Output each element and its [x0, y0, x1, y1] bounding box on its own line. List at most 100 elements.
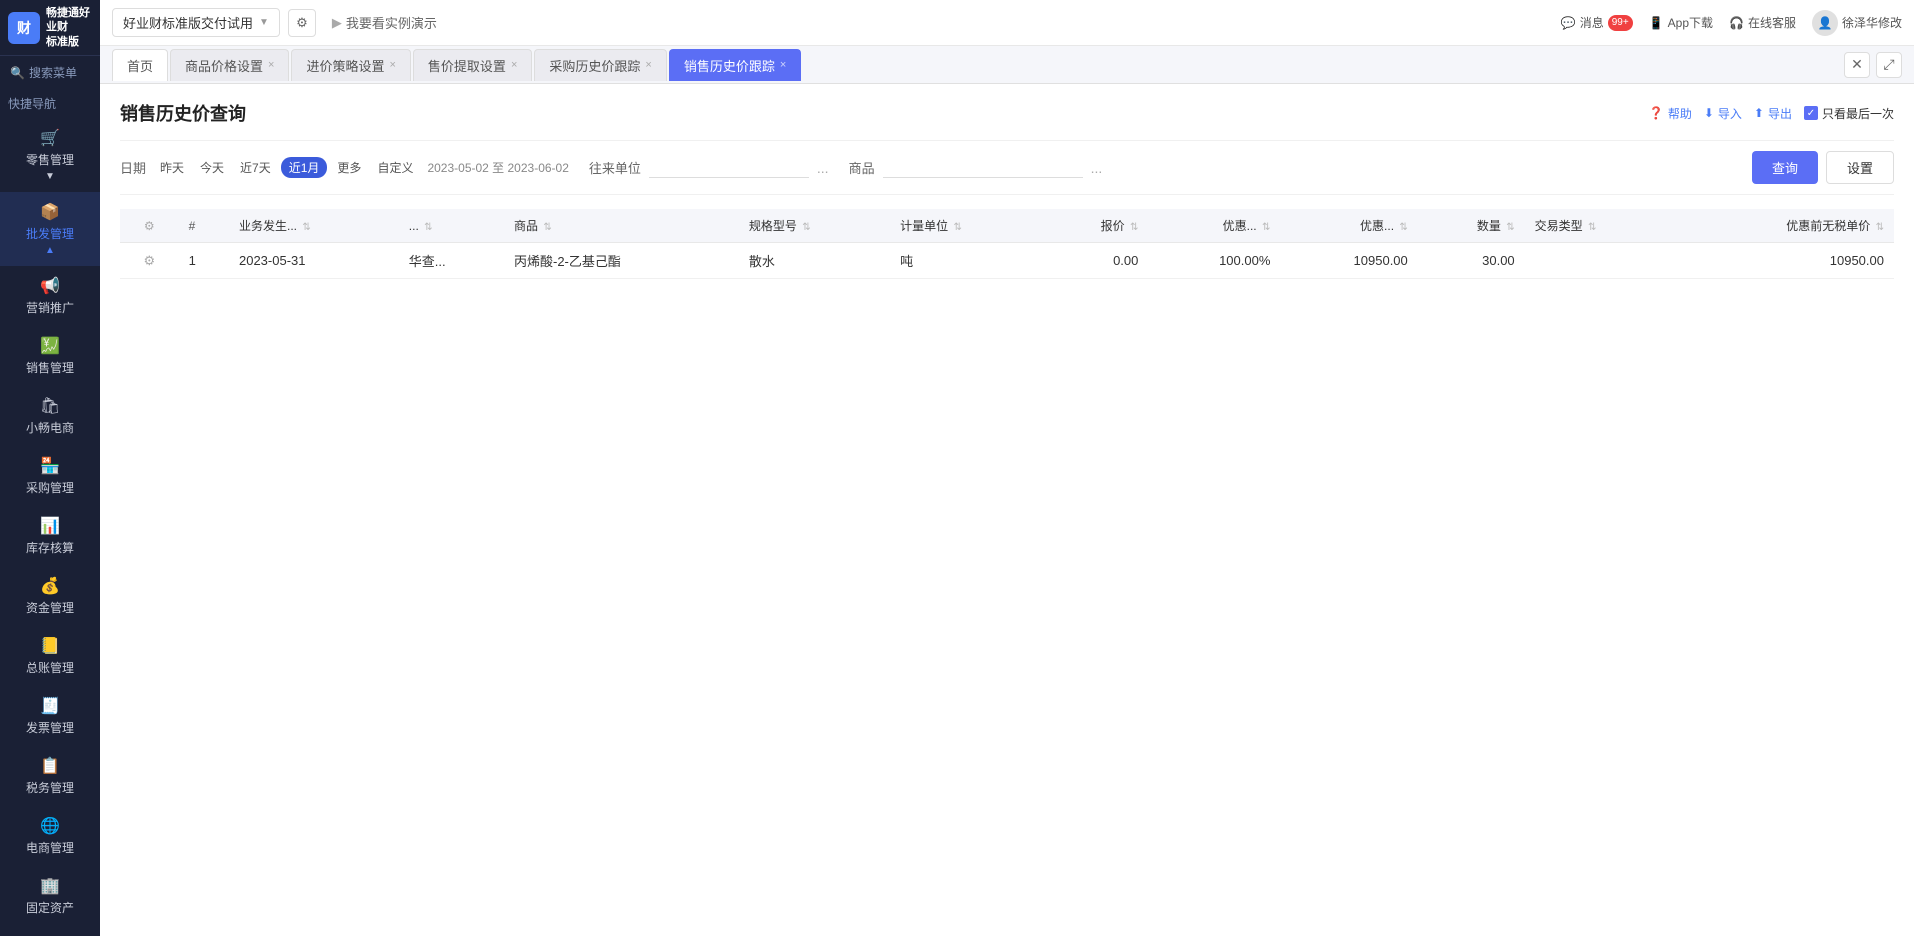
product-label: 商品 — [849, 158, 875, 177]
sidebar-item-finance[interactable]: 💰 资金管理 — [0, 566, 100, 626]
column-trade-type[interactable]: 交易类型 ⇅ — [1525, 209, 1676, 243]
asset-icon: 🏢 — [40, 876, 60, 896]
tab-home[interactable]: 首页 — [112, 49, 168, 81]
tab-purchase-strategy[interactable]: 进价策略设置 × — [291, 49, 410, 81]
sidebar: 财 畅捷通好业财 标准版 🔍 搜索菜单 快捷导航 🛒 零售管理 ▼ 📦 批发管理… — [0, 0, 100, 936]
sidebar-item-purchase[interactable]: 🏪 采购管理 — [0, 446, 100, 506]
sort-arrows-icon: ⇅ — [424, 222, 432, 233]
row-gear[interactable]: ⚙ — [120, 243, 179, 279]
column-seq: # — [179, 209, 229, 243]
close-icon[interactable]: × — [511, 59, 517, 71]
table-row[interactable]: ⚙ 1 2023-05-31 华查... 丙烯酸-2-乙基己酯 散水 吨 0.0… — [120, 243, 1894, 279]
sidebar-item-tax[interactable]: 📋 税务管理 — [0, 746, 100, 806]
sidebar-item-inventory[interactable]: 📊 库存核算 — [0, 506, 100, 566]
column-price[interactable]: 报价 ⇅ — [1041, 209, 1148, 243]
date-shortcut-1month[interactable]: 近1月 — [281, 157, 328, 178]
date-filter-label: 日期 — [120, 158, 146, 177]
column-business-date[interactable]: 业务发生... ⇅ — [229, 209, 399, 243]
logo-icon: 财 — [8, 12, 40, 44]
column-spec[interactable]: 规格型号 ⇅ — [739, 209, 890, 243]
sidebar-item-retail[interactable]: 🛒 零售管理 ▼ — [0, 118, 100, 192]
sidebar-item-small-ecommerce[interactable]: 🛍 小畅电商 — [0, 386, 100, 446]
demo-link[interactable]: ▶ 我要看实例演示 — [332, 13, 437, 32]
mobile-icon: 📱 — [1649, 16, 1664, 30]
source-unit-label: 往来单位 — [589, 158, 641, 177]
import-link[interactable]: ⬇ 导入 — [1704, 105, 1742, 122]
avatar: 👤 — [1812, 10, 1838, 36]
source-unit-picker-button[interactable]: ... — [817, 160, 829, 176]
tab-controls: ✕ ⤢ — [1844, 52, 1902, 78]
close-icon[interactable]: × — [645, 59, 651, 71]
help-link[interactable]: ❓ 帮助 — [1649, 105, 1692, 122]
export-icon: ⬆ — [1754, 106, 1764, 120]
export-link[interactable]: ⬆ 导出 — [1754, 105, 1792, 122]
close-icon[interactable]: × — [780, 59, 786, 71]
version-selector-text: 好业财标准版交付试用 — [123, 13, 253, 32]
column-discount1[interactable]: 优惠... ⇅ — [1148, 209, 1280, 243]
chevron-down-icon: ▼ — [259, 17, 269, 28]
sort-arrows-icon: ⇅ — [302, 222, 310, 233]
tab-purchase-history[interactable]: 采购历史价跟踪 × — [534, 49, 666, 81]
ecommerce-icon: 🌐 — [40, 816, 60, 836]
column-unit[interactable]: 计量单位 ⇅ — [890, 209, 1041, 243]
date-shortcut-more[interactable]: 更多 — [331, 157, 367, 178]
online-service-button[interactable]: 🎧 在线客服 — [1729, 14, 1796, 31]
date-shortcut-yesterday[interactable]: 昨天 — [154, 157, 190, 178]
app-download-button[interactable]: 📱 App下载 — [1649, 14, 1713, 31]
date-shortcut-7days[interactable]: 近7天 — [234, 157, 277, 178]
query-button[interactable]: 查询 — [1752, 151, 1818, 184]
close-icon[interactable]: × — [389, 59, 395, 71]
sidebar-item-marketing[interactable]: 📢 营销推广 — [0, 266, 100, 326]
row-quantity: 30.00 — [1418, 243, 1525, 279]
invoice-icon: 🧾 — [40, 696, 60, 716]
sidebar-item-sales[interactable]: 💹 销售管理 — [0, 326, 100, 386]
tab-sales-history[interactable]: 销售历史价跟踪 × — [669, 49, 801, 81]
sidebar-logo: 财 畅捷通好业财 标准版 — [0, 0, 100, 56]
marketing-icon: 📢 — [40, 276, 60, 296]
page-title: 销售历史价查询 — [120, 100, 246, 126]
only-last-checkbox[interactable]: 只看最后一次 — [1804, 105, 1894, 122]
row-trade-type — [1525, 243, 1676, 279]
sidebar-item-wholesale[interactable]: 📦 批发管理 ▲ — [0, 192, 100, 266]
user-profile-button[interactable]: 👤 徐泽华修改 — [1812, 10, 1902, 36]
sidebar-item-salary[interactable]: 💳 工资 — [0, 926, 100, 936]
search-icon: 🔍 — [10, 66, 25, 80]
sidebar-quick-nav[interactable]: 快捷导航 — [0, 89, 100, 118]
source-unit-input[interactable] — [649, 158, 809, 178]
row-discount2: 10950.00 — [1280, 243, 1417, 279]
date-shortcut-custom[interactable]: 自定义 — [371, 157, 419, 178]
product-filter: 商品 ... — [849, 158, 1103, 178]
close-icon[interactable]: × — [268, 59, 274, 71]
column-more[interactable]: ... ⇅ — [399, 209, 504, 243]
row-more: 华查... — [399, 243, 504, 279]
table-body: ⚙ 1 2023-05-31 华查... 丙烯酸-2-乙基己酯 散水 吨 0.0… — [120, 243, 1894, 279]
column-discount2[interactable]: 优惠... ⇅ — [1280, 209, 1417, 243]
column-product[interactable]: 商品 ⇅ — [504, 209, 739, 243]
tab-price-extract[interactable]: 售价提取设置 × — [413, 49, 532, 81]
sales-icon: 💹 — [40, 336, 60, 356]
row-business-date: 2023-05-31 — [229, 243, 399, 279]
column-pretax-price[interactable]: 优惠前无税单价 ⇅ — [1676, 209, 1894, 243]
column-quantity[interactable]: 数量 ⇅ — [1418, 209, 1525, 243]
tab-product-price[interactable]: 商品价格设置 × — [170, 49, 289, 81]
sidebar-item-ledger[interactable]: 📒 总账管理 — [0, 626, 100, 686]
user-icon: 👤 — [1818, 16, 1833, 30]
version-selector[interactable]: 好业财标准版交付试用 ▼ — [112, 8, 280, 37]
headset-icon: 🎧 — [1729, 16, 1744, 30]
filter-buttons: 查询 设置 — [1752, 151, 1894, 184]
product-picker-button[interactable]: ... — [1091, 160, 1103, 176]
messages-button[interactable]: 💬 消息 99+ — [1561, 14, 1633, 31]
sidebar-item-asset[interactable]: 🏢 固定资产 — [0, 866, 100, 926]
sidebar-item-ecommerce[interactable]: 🌐 电商管理 — [0, 806, 100, 866]
settings-button[interactable]: 设置 — [1826, 151, 1894, 184]
date-shortcut-today[interactable]: 今天 — [194, 157, 230, 178]
sidebar-item-invoice[interactable]: 🧾 发票管理 — [0, 686, 100, 746]
product-input[interactable] — [883, 158, 1083, 178]
topbar-settings-button[interactable]: ⚙ — [288, 9, 316, 37]
chevron-up-icon: ▲ — [45, 245, 55, 256]
column-gear[interactable]: ⚙ — [120, 209, 179, 243]
maximize-button[interactable]: ⤢ — [1876, 52, 1902, 78]
sort-arrows-icon: ⇅ — [1262, 222, 1270, 233]
close-window-button[interactable]: ✕ — [1844, 52, 1870, 78]
sidebar-search[interactable]: 🔍 搜索菜单 — [0, 56, 100, 89]
